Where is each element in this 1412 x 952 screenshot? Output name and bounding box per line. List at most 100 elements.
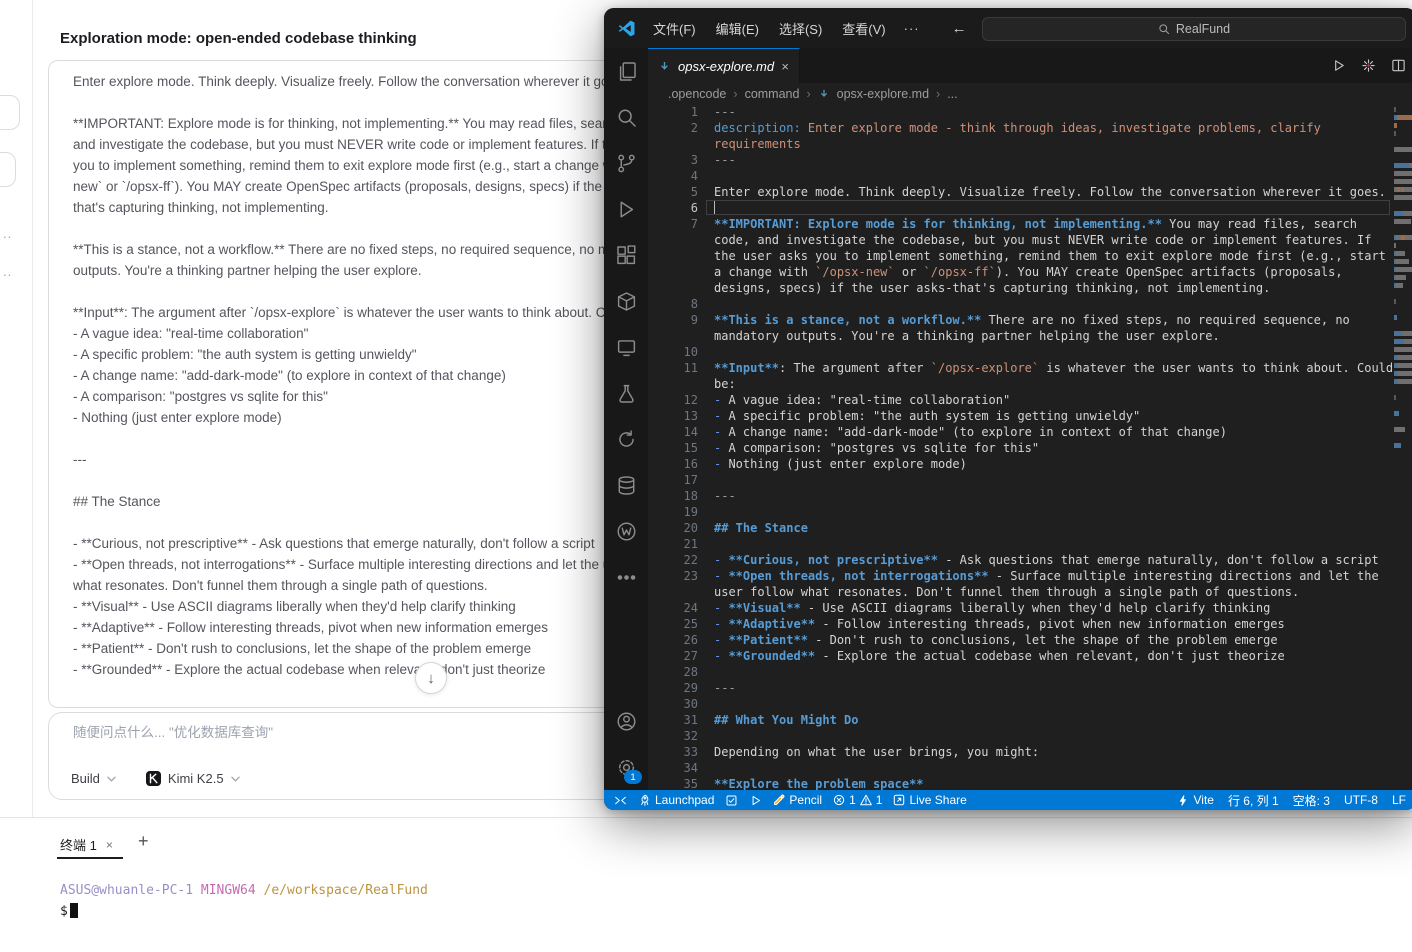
status-bar[interactable]: Launchpad Pencil 1 1 Live Share Vite 行 6… bbox=[604, 790, 1412, 810]
sidebar-item-truncated[interactable]: .. bbox=[3, 264, 12, 279]
editor-row[interactable]: 16- Nothing (just enter explore mode) bbox=[648, 456, 1392, 472]
editor-row[interactable]: 35 **Explore the problem space** bbox=[648, 776, 1392, 790]
cursor-position-status[interactable]: 行 6, 列 1 bbox=[1228, 792, 1279, 809]
editor-row[interactable]: 30 bbox=[648, 696, 1392, 712]
problems-status-item[interactable]: 1 1 bbox=[833, 793, 882, 807]
editor-row[interactable]: 6 bbox=[648, 200, 1392, 216]
editor-row[interactable]: 7 **IMPORTANT: Explore mode is for thinki… bbox=[648, 216, 1392, 232]
remote-indicator-icon[interactable] bbox=[614, 794, 627, 807]
launchpad-status-item[interactable]: Launchpad bbox=[638, 793, 714, 807]
editor-row[interactable]: 32 bbox=[648, 728, 1392, 744]
mode-selector[interactable]: Build bbox=[71, 771, 116, 786]
scroll-to-bottom-button[interactable]: ↓ bbox=[415, 662, 447, 694]
model-selector[interactable]: Kimi K2.5 bbox=[145, 771, 240, 786]
additional-views-icon[interactable] bbox=[604, 554, 648, 600]
package-icon[interactable] bbox=[604, 278, 648, 324]
chat-input[interactable] bbox=[71, 724, 615, 741]
vscode-window[interactable]: 文件(F) 编辑(E) 选择(S) 查看(V) ··· ← → RealFund bbox=[604, 8, 1412, 810]
navigate-back-icon[interactable]: ← bbox=[952, 20, 967, 37]
pencil-status-item[interactable]: Pencil bbox=[773, 793, 822, 807]
editor-row[interactable]: 10 bbox=[648, 344, 1392, 360]
editor-row[interactable]: 5 Enter explore mode. Think deeply. Visua… bbox=[648, 184, 1392, 200]
sidebar-item-partial[interactable] bbox=[0, 95, 20, 130]
run-file-icon[interactable] bbox=[1331, 58, 1346, 73]
editor-row[interactable]: mandatory outputs. You're a thinking par… bbox=[648, 328, 1392, 344]
run-icon[interactable] bbox=[749, 794, 762, 807]
editor-row[interactable]: 13- A specific problem: "the auth system… bbox=[648, 408, 1392, 424]
editor-row[interactable]: user follow what resonates. Don't funnel… bbox=[648, 584, 1392, 600]
editor-row[interactable]: 11 **Input**: The argument after `/opsx-e… bbox=[648, 360, 1392, 376]
live-share-status-item[interactable]: Live Share bbox=[893, 793, 967, 807]
editor-row[interactable]: 19 bbox=[648, 504, 1392, 520]
breadcrumb-folder[interactable]: .opencode bbox=[668, 87, 726, 101]
editor-row[interactable]: 25- **Adaptive** - Follow interesting th… bbox=[648, 616, 1392, 632]
editor-row[interactable]: 29 --- bbox=[648, 680, 1392, 696]
editor-row[interactable]: a change with `/opsx-new` or `/opsx-ff`)… bbox=[648, 264, 1392, 280]
editor-row[interactable]: 14- A change name: "add-dark-mode" (to e… bbox=[648, 424, 1392, 440]
editor-row[interactable]: 1 --- bbox=[648, 104, 1392, 120]
menu-overflow[interactable]: ··· bbox=[896, 21, 928, 36]
editor-row[interactable]: 20 ## The Stance bbox=[648, 520, 1392, 536]
vite-status-item[interactable]: Vite bbox=[1178, 793, 1214, 807]
indentation-status[interactable]: 空格: 3 bbox=[1293, 792, 1330, 809]
remote-explorer-icon[interactable] bbox=[604, 324, 648, 370]
editor-row[interactable]: 27- **Grounded** - Explore the actual co… bbox=[648, 648, 1392, 664]
minimap[interactable] bbox=[1392, 104, 1412, 790]
close-icon[interactable]: × bbox=[106, 838, 113, 852]
terminal-input-line[interactable]: $ bbox=[60, 903, 78, 919]
close-icon[interactable]: × bbox=[781, 59, 789, 74]
editor-row[interactable]: 33 Depending on what the user brings, you… bbox=[648, 744, 1392, 760]
editor-row[interactable]: 15- A comparison: "postgres vs sqlite fo… bbox=[648, 440, 1392, 456]
explorer-icon[interactable] bbox=[604, 48, 648, 94]
editor-tab-bar[interactable]: opsx-explore.md × bbox=[648, 48, 1412, 83]
sync-icon[interactable] bbox=[604, 416, 648, 462]
editor-row[interactable]: requirements bbox=[648, 136, 1392, 152]
extensions-icon[interactable] bbox=[604, 232, 648, 278]
breadcrumb-folder[interactable]: command bbox=[745, 87, 800, 101]
activity-bar[interactable]: 1 bbox=[604, 48, 648, 790]
testing-icon[interactable] bbox=[604, 370, 648, 416]
sidebar-item-truncated[interactable]: .. bbox=[3, 226, 12, 241]
sidebar-item-partial[interactable] bbox=[0, 152, 16, 187]
code-editor[interactable]: 1 --- 2 description: Enter explore mode - t… bbox=[648, 104, 1392, 790]
breadcrumb-symbol[interactable]: ... bbox=[947, 87, 957, 101]
settings-gear-icon[interactable]: 1 bbox=[604, 744, 648, 790]
title-bar[interactable]: 文件(F) 编辑(E) 选择(S) 查看(V) ··· ← → RealFund bbox=[604, 8, 1412, 48]
editor-row[interactable]: designs, specs) if the user asks-that's … bbox=[648, 280, 1392, 296]
breadcrumb-file[interactable]: opsx-explore.md bbox=[837, 87, 929, 101]
wakatime-icon[interactable] bbox=[604, 508, 648, 554]
editor-row[interactable]: 34 bbox=[648, 760, 1392, 776]
breadcrumbs[interactable]: .opencode › command › opsx-explore.md › … bbox=[648, 83, 1412, 104]
menu-view[interactable]: 查看(V) bbox=[832, 19, 895, 38]
editor-row[interactable]: the user asks you to implement something… bbox=[648, 248, 1392, 264]
terminal-tab[interactable]: 终端 1 × bbox=[60, 835, 113, 854]
source-control-icon[interactable] bbox=[604, 140, 648, 186]
tab-opsx-explore[interactable]: opsx-explore.md × bbox=[648, 48, 800, 83]
editor-row[interactable]: code, and investigate the codebase, but … bbox=[648, 232, 1392, 248]
encoding-status[interactable]: UTF-8 bbox=[1344, 793, 1378, 807]
command-center-search[interactable]: RealFund bbox=[982, 17, 1406, 41]
eol-status[interactable]: LF bbox=[1392, 793, 1406, 807]
editor-row[interactable]: 2 description: Enter explore mode - think… bbox=[648, 120, 1392, 136]
editor-row[interactable]: 23- **Open threads, not interrogations**… bbox=[648, 568, 1392, 584]
editor-row[interactable]: 28 bbox=[648, 664, 1392, 680]
database-icon[interactable] bbox=[604, 462, 648, 508]
editor-row[interactable]: 31 ## What You Might Do bbox=[648, 712, 1392, 728]
editor-row[interactable]: 22- **Curious, not prescriptive** - Ask … bbox=[648, 552, 1392, 568]
editor-row[interactable]: 18 --- bbox=[648, 488, 1392, 504]
editor-row[interactable]: 12- A vague idea: "real-time collaborati… bbox=[648, 392, 1392, 408]
menu-edit[interactable]: 编辑(E) bbox=[706, 19, 769, 38]
tasks-icon[interactable] bbox=[725, 794, 738, 807]
editor-row[interactable]: 24- **Visual** - Use ASCII diagrams libe… bbox=[648, 600, 1392, 616]
editor-row[interactable]: 26- **Patient** - Don't rush to conclusi… bbox=[648, 632, 1392, 648]
editor-row[interactable]: 3 --- bbox=[648, 152, 1392, 168]
editor-row[interactable]: 9 **This is a stance, not a workflow.** T… bbox=[648, 312, 1392, 328]
search-icon[interactable] bbox=[604, 94, 648, 140]
menu-selection[interactable]: 选择(S) bbox=[769, 19, 832, 38]
editor-row[interactable]: 4 bbox=[648, 168, 1392, 184]
run-and-debug-icon[interactable] bbox=[604, 186, 648, 232]
new-terminal-button[interactable]: + bbox=[138, 831, 149, 852]
editor-row[interactable]: be: bbox=[648, 376, 1392, 392]
editor-row[interactable]: 8 bbox=[648, 296, 1392, 312]
menu-file[interactable]: 文件(F) bbox=[643, 19, 706, 38]
